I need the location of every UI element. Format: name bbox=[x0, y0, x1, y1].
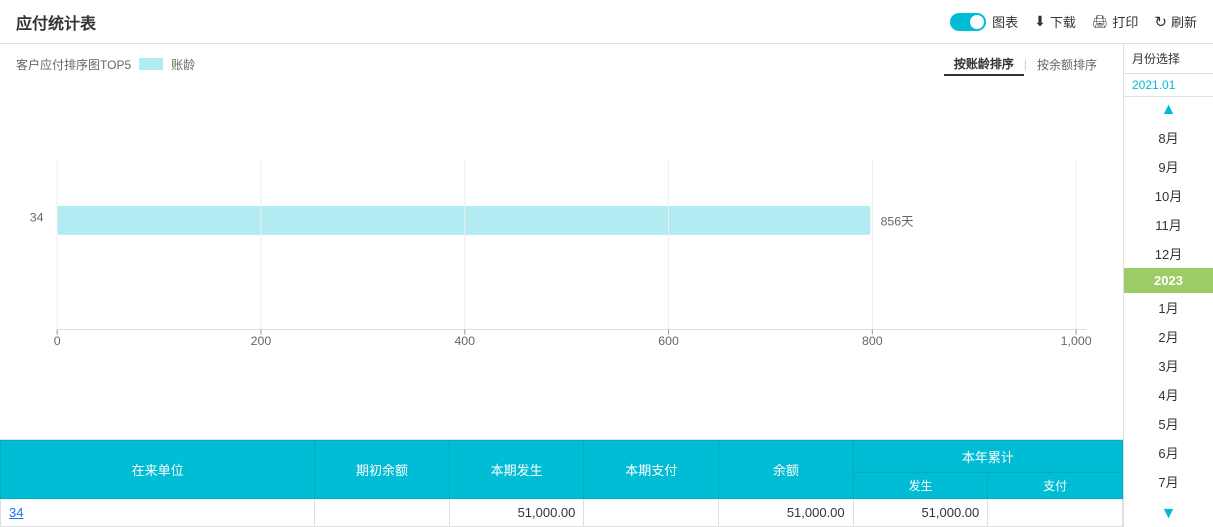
sidebar-month-item[interactable]: 7月 bbox=[1124, 467, 1213, 496]
header-actions: 图表 ⬇ 下载 🖨 打印 ↻ 刷新 bbox=[950, 12, 1197, 31]
sidebar-month-list: 8月9月10月11月12月20231月2月3月4月5月6月7月 bbox=[1124, 123, 1213, 501]
sidebar-year-marker[interactable]: 2023 bbox=[1124, 268, 1213, 293]
col-opening-header: 期初余额 bbox=[315, 441, 450, 499]
legend-box bbox=[139, 58, 163, 70]
col-ytd-header: 本年累计 bbox=[853, 441, 1122, 473]
chart-header: 客户应付排序图TOP5 账龄 按账龄排序 | 按余额排序 bbox=[0, 44, 1123, 84]
sidebar-month-item[interactable]: 4月 bbox=[1124, 380, 1213, 409]
chart-toggle-wrapper: 图表 bbox=[950, 12, 1018, 31]
cell-current: 51,000.00 bbox=[449, 499, 584, 527]
chart-toggle-label: 图表 bbox=[992, 12, 1018, 31]
chart-area: 34 856天 0 200 400 600 800 bbox=[0, 84, 1123, 439]
svg-text:400: 400 bbox=[454, 334, 475, 348]
sort-by-balance-button[interactable]: 按余额排序 bbox=[1027, 52, 1107, 76]
sidebar-month-item[interactable]: 8月 bbox=[1124, 123, 1213, 152]
cell-balance: 51,000.00 bbox=[719, 499, 854, 527]
sidebar-month-item[interactable]: 1月 bbox=[1124, 293, 1213, 322]
chart-toggle[interactable] bbox=[950, 13, 986, 31]
bar-chart: 34 856天 0 200 400 600 800 bbox=[16, 84, 1107, 431]
col-unit-header: 在来单位 bbox=[1, 441, 315, 499]
svg-text:1,000: 1,000 bbox=[1061, 334, 1092, 348]
col-balance-header: 余额 bbox=[719, 441, 854, 499]
sidebar-month-item[interactable]: 3月 bbox=[1124, 351, 1213, 380]
sidebar-month-item[interactable]: 2月 bbox=[1124, 322, 1213, 351]
svg-text:200: 200 bbox=[251, 334, 272, 348]
legend-box-label: 账龄 bbox=[171, 56, 195, 73]
print-button[interactable]: 🖨 打印 bbox=[1092, 12, 1139, 31]
sidebar-year-input[interactable] bbox=[1124, 74, 1213, 97]
col-ytd-occur-header: 发生 bbox=[853, 473, 988, 499]
sort-by-amount-button[interactable]: 按账龄排序 bbox=[944, 52, 1024, 76]
svg-text:0: 0 bbox=[54, 334, 61, 348]
cell-ytd-occur: 51,000.00 bbox=[853, 499, 988, 527]
right-sidebar: 月份选择 ▲ 8月9月10月11月12月20231月2月3月4月5月6月7月 ▼ bbox=[1123, 44, 1213, 527]
legend-text: 客户应付排序图TOP5 bbox=[16, 56, 131, 73]
download-button[interactable]: ⬇ 下载 bbox=[1034, 12, 1076, 31]
table-section: 在来单位 期初余额 本期发生 本期支付 余额 本年累计 发生 支付 bbox=[0, 439, 1123, 527]
svg-text:800: 800 bbox=[862, 334, 883, 348]
cell-opening bbox=[315, 499, 450, 527]
download-icon: ⬇ bbox=[1034, 13, 1046, 30]
refresh-label: 刷新 bbox=[1171, 12, 1197, 31]
sidebar-month-item[interactable]: 6月 bbox=[1124, 438, 1213, 467]
sidebar-title: 月份选择 bbox=[1124, 44, 1213, 74]
table-row: 34 51,000.00 51,000.00 51,000.00 bbox=[1, 499, 1123, 527]
download-label: 下载 bbox=[1050, 12, 1076, 31]
svg-text:856天: 856天 bbox=[881, 215, 914, 229]
svg-text:34: 34 bbox=[30, 210, 44, 224]
svg-text:600: 600 bbox=[658, 334, 679, 348]
cell-unit: 34 bbox=[1, 499, 315, 527]
sidebar-month-item[interactable]: 11月 bbox=[1124, 210, 1213, 239]
refresh-button[interactable]: ↻ 刷新 bbox=[1154, 12, 1197, 31]
col-payment-header: 本期支付 bbox=[584, 441, 719, 499]
cell-payment bbox=[584, 499, 719, 527]
sidebar-up-button[interactable]: ▲ bbox=[1124, 97, 1213, 123]
summary-table: 在来单位 期初余额 本期发生 本期支付 余额 本年累计 发生 支付 bbox=[0, 440, 1123, 527]
col-ytd-pay-header: 支付 bbox=[988, 473, 1123, 499]
unit-link[interactable]: 34 bbox=[9, 505, 23, 520]
cell-ytd-pay bbox=[988, 499, 1123, 527]
sidebar-month-item[interactable]: 9月 bbox=[1124, 152, 1213, 181]
chart-sort: 按账龄排序 | 按余额排序 bbox=[944, 52, 1107, 76]
sidebar-month-item[interactable]: 12月 bbox=[1124, 239, 1213, 268]
page-title: 应付统计表 bbox=[16, 10, 96, 34]
table-wrapper: 在来单位 期初余额 本期发生 本期支付 余额 本年累计 发生 支付 bbox=[0, 440, 1123, 527]
print-label: 打印 bbox=[1112, 12, 1138, 31]
refresh-icon: ↻ bbox=[1154, 13, 1167, 31]
print-icon: 🖨 bbox=[1092, 14, 1109, 30]
col-current-header: 本期发生 bbox=[449, 441, 584, 499]
chart-legend: 客户应付排序图TOP5 账龄 bbox=[16, 56, 195, 73]
sidebar-month-item[interactable]: 10月 bbox=[1124, 181, 1213, 210]
sidebar-down-button[interactable]: ▼ bbox=[1124, 501, 1213, 527]
sidebar-month-item[interactable]: 5月 bbox=[1124, 409, 1213, 438]
year-input-field[interactable] bbox=[1132, 78, 1205, 92]
